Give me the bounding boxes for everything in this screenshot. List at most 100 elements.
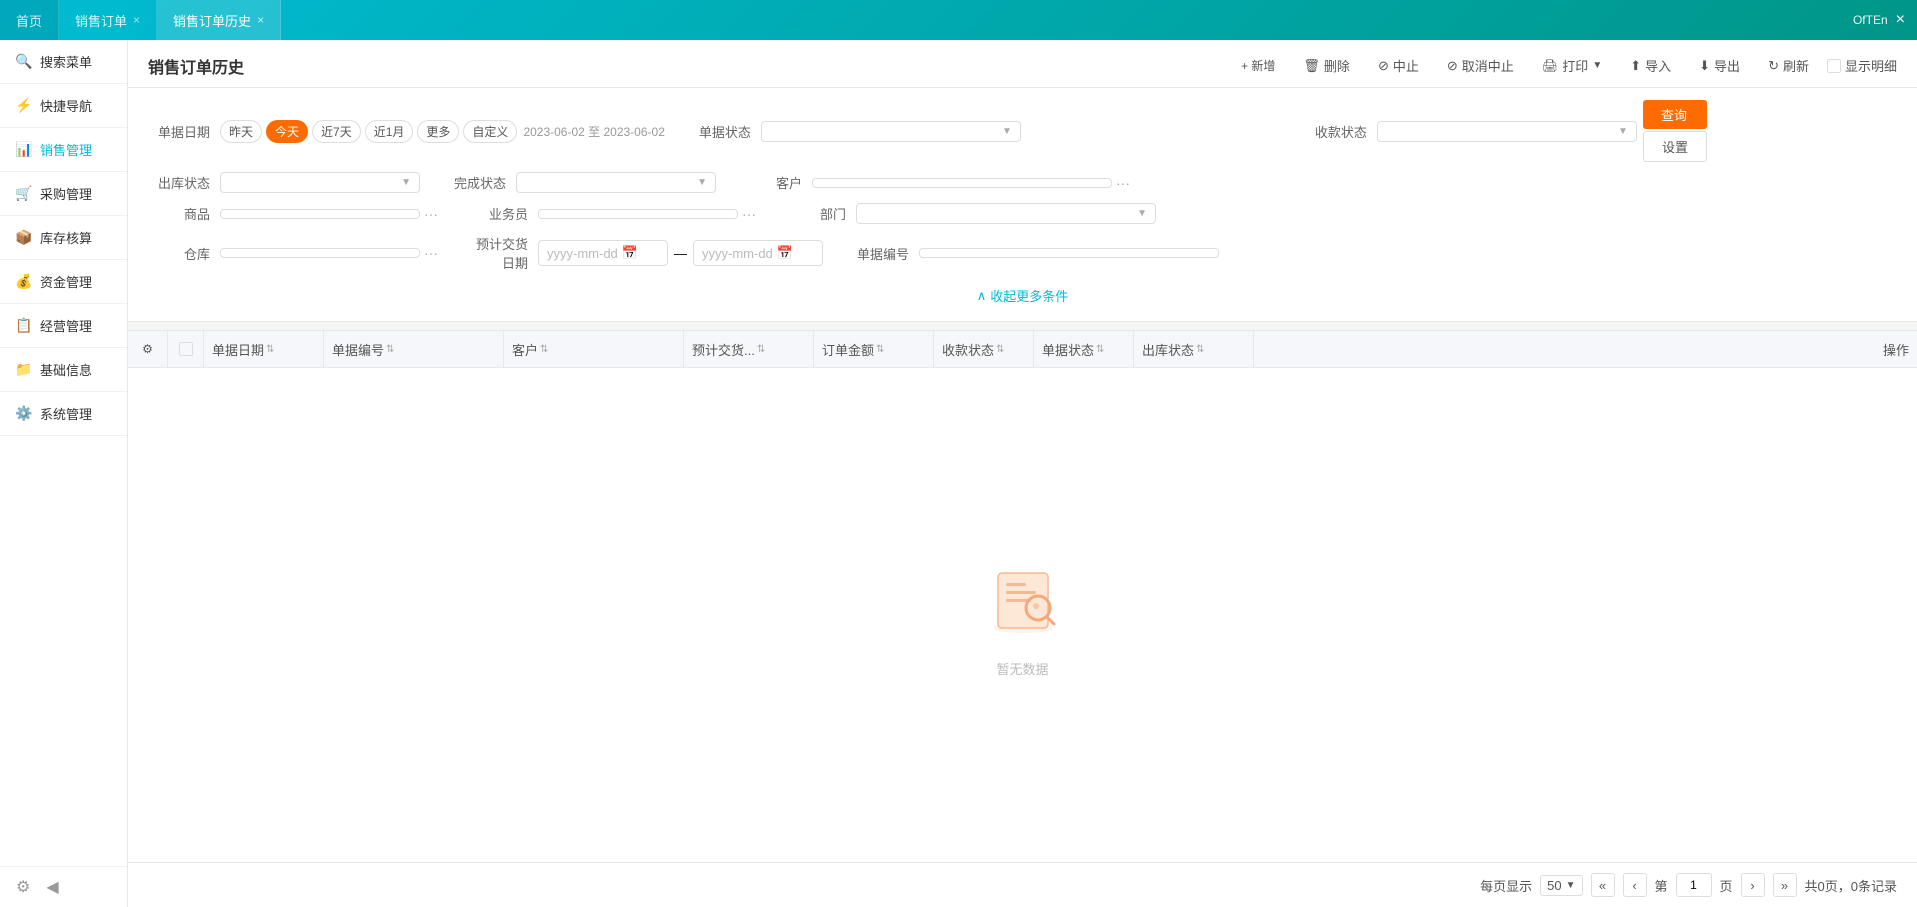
delivery-date-start[interactable]: yyyy-mm-dd 📅 <box>538 240 668 266</box>
tab-sales-order-history[interactable]: 销售订单历史 × <box>157 0 281 40</box>
filter-item-date: 单据日期 昨天 今天 近7天 近1月 更多 自定义 2023-06-02 至 2… <box>148 120 665 143</box>
window-close-icon[interactable]: × <box>1896 11 1905 29</box>
date-btn-yesterday[interactable]: 昨天 <box>220 120 262 143</box>
page-size-select[interactable]: 50 ▼ <box>1540 875 1582 896</box>
import-icon: ⬆ <box>1630 58 1641 74</box>
last-page-btn[interactable]: » <box>1773 873 1797 897</box>
salesperson-input[interactable] <box>538 209 738 219</box>
sidebar-item-inventory[interactable]: 📦 库存核算 <box>0 216 127 260</box>
th-operation: 操作 <box>1254 331 1917 367</box>
settings-button[interactable]: 设置 <box>1643 131 1707 162</box>
th-amount[interactable]: 订单金额 ⇅ <box>814 331 934 367</box>
sidebar-item-basic-info[interactable]: 📁 基础信息 <box>0 348 127 392</box>
filter-item-salesperson: 业务员 ··· <box>466 204 760 224</box>
refresh-icon: ↻ <box>1768 58 1779 74</box>
receipt-status-chevron: ▼ <box>1618 126 1628 137</box>
th-date[interactable]: 单据日期 ⇅ <box>204 331 324 367</box>
salesperson-ellipsis[interactable]: ··· <box>738 204 760 224</box>
date-btn-today[interactable]: 今天 <box>266 120 308 143</box>
table-header: ⚙ 单据日期 ⇅ 单据编号 ⇅ 客户 ⇅ 预计交货... <box>128 330 1917 368</box>
prev-page-btn[interactable]: ‹ <box>1623 873 1647 897</box>
cancel-stop-button[interactable]: ⊘ 取消中止 <box>1437 52 1524 79</box>
filter-section: 单据日期 昨天 今天 近7天 近1月 更多 自定义 2023-06-02 至 2… <box>128 88 1917 322</box>
th-order-status[interactable]: 单据状态 ⇅ <box>1034 331 1134 367</box>
tab-sales-order[interactable]: 销售订单 × <box>59 0 157 40</box>
refresh-button[interactable]: ↻ 刷新 <box>1758 52 1819 79</box>
th-customer[interactable]: 客户 ⇅ <box>504 331 684 367</box>
query-button[interactable]: 查询 <box>1643 100 1707 129</box>
inventory-icon: 📦 <box>16 230 32 246</box>
sales-order-history-close-icon[interactable]: × <box>257 13 264 27</box>
export-button[interactable]: ⬇ 导出 <box>1689 52 1750 79</box>
receipt-status-select[interactable]: ▼ <box>1377 121 1637 142</box>
show-detail-checkbox[interactable] <box>1827 59 1841 73</box>
customer-ellipsis[interactable]: ··· <box>1112 173 1134 193</box>
date-btn-7days[interactable]: 近7天 <box>312 120 361 143</box>
order-no-input[interactable] <box>919 248 1219 258</box>
select-all-checkbox[interactable] <box>179 342 193 356</box>
delivery-date-start-placeholder: yyyy-mm-dd <box>547 246 618 261</box>
th-settings[interactable]: ⚙ <box>128 331 168 367</box>
delivery-sort-icon: ⇅ <box>757 344 765 355</box>
calendar-end-icon: 📅 <box>777 245 793 261</box>
delivery-date-end[interactable]: yyyy-mm-dd 📅 <box>693 240 823 266</box>
department-select[interactable]: ▼ <box>856 203 1156 224</box>
sidebar-settings-icon[interactable]: ⚙ <box>16 877 30 897</box>
date-range-text: 2023-06-02 至 2023-06-02 <box>523 123 664 140</box>
date-filter-label: 单据日期 <box>148 122 220 141</box>
customer-input[interactable] <box>812 178 1112 188</box>
warehouse-ellipsis[interactable]: ··· <box>420 243 442 263</box>
salesperson-label: 业务员 <box>466 204 538 223</box>
sidebar-collapse-icon[interactable]: ◀ <box>46 877 58 897</box>
first-page-btn[interactable]: « <box>1591 873 1615 897</box>
filter-item-goods: 商品 ··· <box>148 204 442 224</box>
page-label-suffix: 页 <box>1720 876 1733 895</box>
order-status-label: 单据状态 <box>689 122 761 141</box>
th-delivery[interactable]: 预计交货... ⇅ <box>684 331 814 367</box>
warehouse-input[interactable] <box>220 248 420 258</box>
date-filter-buttons: 昨天 今天 近7天 近1月 更多 自定义 <box>220 120 517 143</box>
department-chevron: ▼ <box>1137 208 1147 219</box>
import-button[interactable]: ⬆ 导入 <box>1620 52 1681 79</box>
sales-order-close-icon[interactable]: × <box>133 13 140 27</box>
th-order-status-label: 单据状态 <box>1042 340 1094 359</box>
empty-state: 暂无数据 <box>128 368 1917 862</box>
filter-item-warehouse: 仓库 ··· <box>148 243 442 263</box>
sidebar-item-finance[interactable]: 💰 资金管理 <box>0 260 127 304</box>
collapse-bar[interactable]: ∧ 收起更多条件 <box>148 282 1897 309</box>
goods-input[interactable] <box>220 209 420 219</box>
tab-home[interactable]: 首页 <box>0 0 59 40</box>
sidebar-item-search[interactable]: 🔍 搜索菜单 <box>0 40 127 84</box>
delete-button[interactable]: 🗑 删除 <box>1293 52 1360 79</box>
sidebar-item-sales[interactable]: 📊 销售管理 <box>0 128 127 172</box>
page-number-input[interactable] <box>1676 873 1712 897</box>
th-order-no-label: 单据编号 <box>332 340 384 359</box>
print-dropdown-icon: ▼ <box>1592 60 1602 71</box>
th-order-no[interactable]: 单据编号 ⇅ <box>324 331 504 367</box>
th-checkbox[interactable] <box>168 331 204 367</box>
complete-status-select[interactable]: ▼ <box>516 172 716 193</box>
date-btn-more[interactable]: 更多 <box>417 120 459 143</box>
sidebar-item-management[interactable]: 📋 经营管理 <box>0 304 127 348</box>
sidebar-item-system[interactable]: ⚙️ 系统管理 <box>0 392 127 436</box>
goods-ellipsis[interactable]: ··· <box>420 204 442 224</box>
th-receipt-status[interactable]: 收款状态 ⇅ <box>934 331 1034 367</box>
print-button[interactable]: 🖨 打印 ▼ <box>1532 52 1612 79</box>
stop-button[interactable]: ⊘ 中止 <box>1368 52 1429 79</box>
th-out-status[interactable]: 出库状态 ⇅ <box>1134 331 1254 367</box>
cancel-stop-icon: ⊘ <box>1447 58 1458 74</box>
order-status-select[interactable]: ▼ <box>761 121 1021 142</box>
sidebar-item-quick-nav[interactable]: ⚡ 快捷导航 <box>0 84 127 128</box>
out-status-select[interactable]: ▼ <box>220 172 420 193</box>
add-button[interactable]: + 新增 <box>1231 53 1285 78</box>
next-page-btn[interactable]: › <box>1741 873 1765 897</box>
total-text: 共0页，0条记录 <box>1805 876 1897 895</box>
th-date-label: 单据日期 <box>212 340 264 359</box>
th-delivery-label: 预计交货... <box>692 340 755 359</box>
date-btn-1month[interactable]: 近1月 <box>365 120 414 143</box>
date-btn-custom[interactable]: 自定义 <box>463 120 517 143</box>
empty-illustration <box>978 553 1068 643</box>
sidebar-item-purchase[interactable]: 🛒 采购管理 <box>0 172 127 216</box>
finance-icon: 💰 <box>16 274 32 290</box>
sidebar-quick-nav-label: 快捷导航 <box>40 96 92 115</box>
